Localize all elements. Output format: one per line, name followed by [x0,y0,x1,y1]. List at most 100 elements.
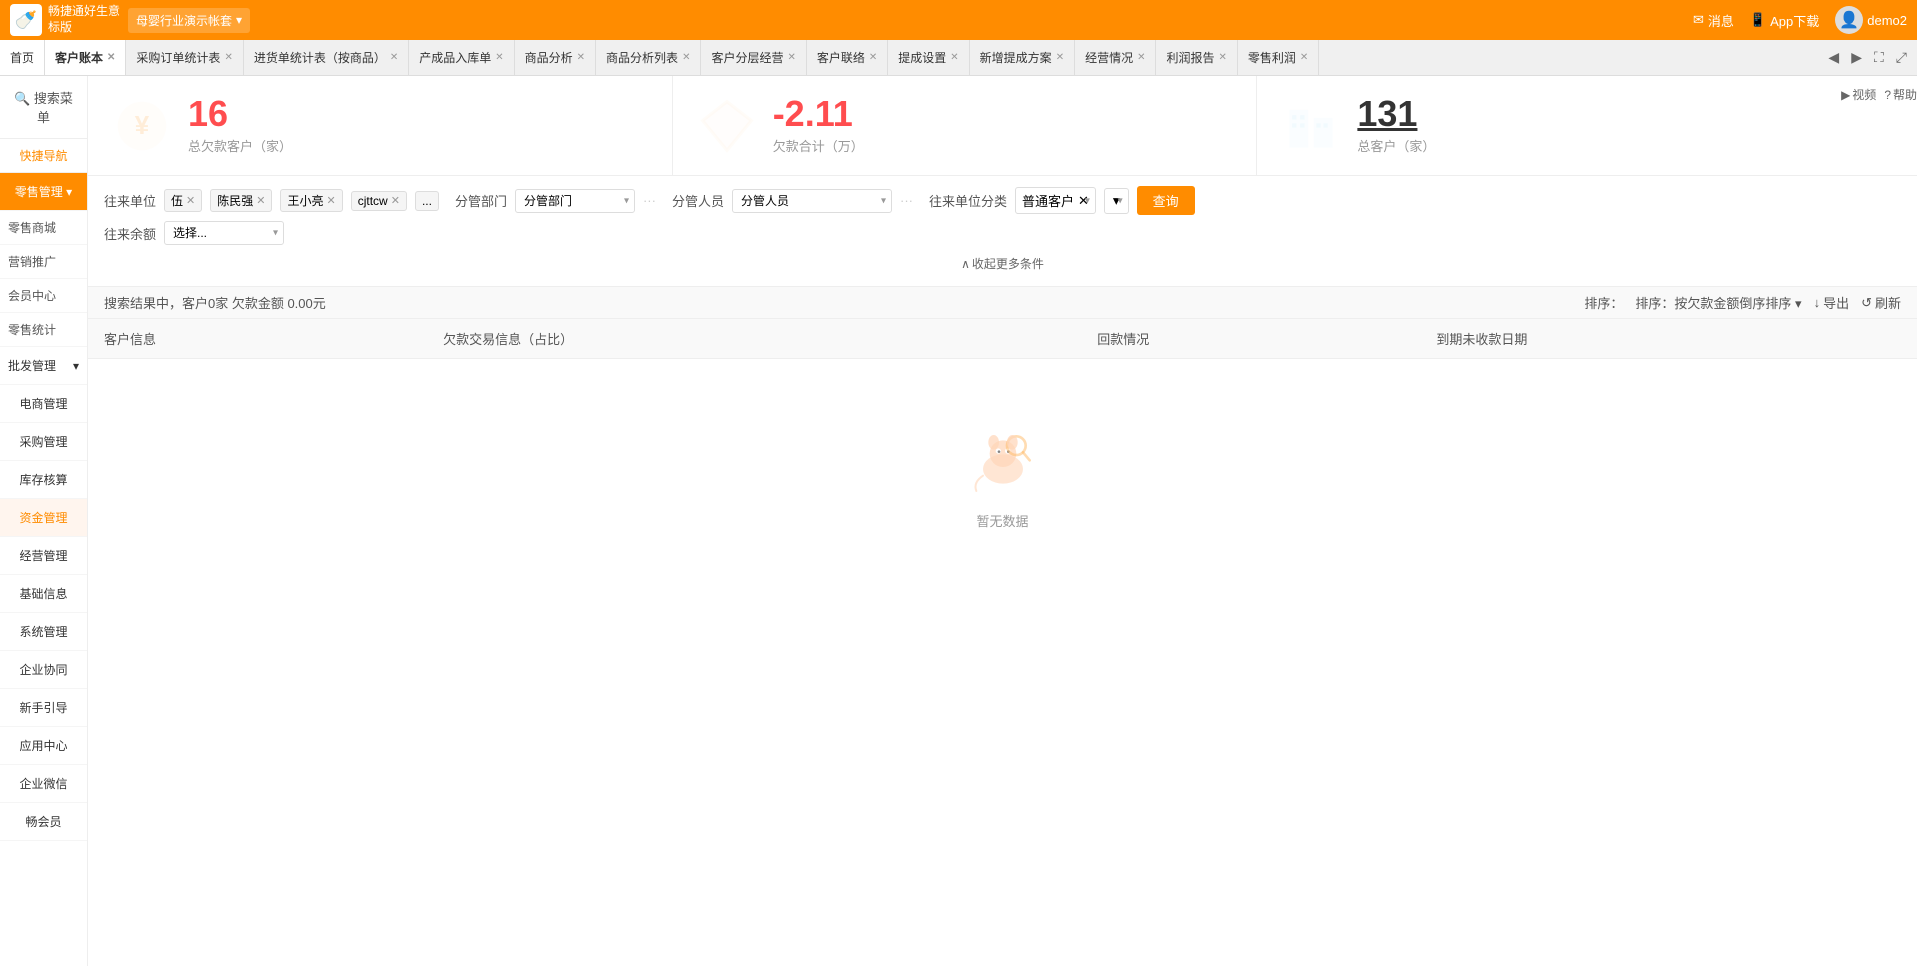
filter-tag-wang-close[interactable]: ✕ [327,194,336,207]
stat-overdue-amount: -2.11 欠款合计（万） [673,76,1258,175]
tab-tip-settings[interactable]: 提成设置 ✕ [888,40,969,75]
filter-balance-select-wrap: 选择... [164,221,284,245]
sidebar-item-inventory[interactable]: 库存核算 [0,461,87,499]
refresh-btn[interactable]: ↺ 刷新 [1861,293,1901,312]
tab-close-tip[interactable]: ✕ [950,52,958,63]
sidebar-item-new-user-guide[interactable]: 新手引导 [0,689,87,727]
filter-tag-more[interactable]: ... [415,191,439,211]
user-action[interactable]: 👤 demo2 [1835,6,1907,34]
sidebar-item-system-mgmt[interactable]: 系统管理 [0,613,87,651]
tab-close-production[interactable]: ✕ [495,52,503,63]
tab-close-purchase[interactable]: ✕ [224,52,232,63]
video-link[interactable]: ▶ 视频 [1841,86,1876,103]
tab-customer-contact[interactable]: 客户联络 ✕ [807,40,888,75]
stat-overdue-customers: ¥ 16 总欠款客户（家） [88,76,673,175]
stat-overdue-customers-label: 总欠款客户（家） [188,136,292,155]
tab-purchase-stats[interactable]: 进货单统计表（按商品） ✕ [244,40,409,75]
unit-type-dropdown[interactable]: ▾ [1104,188,1129,214]
filter-dept-select-wrap: 分管部门 [515,189,635,213]
sidebar-item-member-center[interactable]: 会员中心 [0,279,87,313]
tab-close-operation[interactable]: ✕ [1137,52,1145,63]
tab-bar-end: ◀ ▶ ⛶ ⤢ [1818,47,1917,68]
sidebar-item-capital-mgmt[interactable]: 资金管理 [0,499,87,537]
sidebar-item-retail-mall[interactable]: 零售商城 [0,211,87,245]
filter-tag-chen-close[interactable]: ✕ [256,194,265,207]
help-link[interactable]: ? 帮助 [1884,86,1917,103]
result-summary: 搜索结果中，客户0家 欠款金额 0.00元 [104,293,326,312]
logo-area: 🍼 畅捷通好生意 标版 [10,4,120,36]
filter-row-2: 往来余额 选择... [104,221,1901,245]
sidebar-item-retail-mgmt[interactable]: 零售管理 ▾ [0,173,87,211]
tab-close-goods[interactable]: ✕ [577,52,585,63]
table-header-row: 客户信息 欠款交易信息（占比） 回款情况 到期未收款日期 [88,319,1917,359]
yuan-circle-icon: ¥ [112,96,172,156]
tab-nav-left[interactable]: ◀ [1824,47,1843,68]
sidebar-item-member-plus[interactable]: 畅会员 [0,803,87,841]
stat-total-customers-info: 131 总客户（家） [1357,96,1435,155]
sidebar-item-purchase-mgmt[interactable]: 采购管理 [0,423,87,461]
sidebar-search-area: 🔍 搜索菜单 [0,76,87,139]
filter-person-label: 分管人员 [672,191,724,210]
tab-close-accounts[interactable]: ✕ [107,52,115,63]
sidebar-item-ecommerce-mgmt[interactable]: 电商管理 [0,385,87,423]
result-actions: 排序： 排序：按欠款金额倒序排序 ▾ ↓ 导出 ↺ 刷新 [1584,293,1901,312]
collapse-filter-btn[interactable]: ∧ 收起更多条件 [104,251,1901,276]
sidebar-quick-nav[interactable]: 快捷导航 [0,139,87,173]
header-right: ✉ 消息 📱 App下载 👤 demo2 [1693,6,1907,34]
tab-home[interactable]: 首页 [0,40,45,75]
tab-goods-analysis-list[interactable]: 商品分析列表 ✕ [596,40,701,75]
sidebar-item-enterprise-collab[interactable]: 企业协同 [0,651,87,689]
tab-close-retail-profit[interactable]: ✕ [1300,52,1308,63]
tab-close-profit[interactable]: ✕ [1219,52,1227,63]
tab-accounts[interactable]: 客户账本 ✕ [45,40,126,75]
filter-dept-label: 分管部门 [455,191,507,210]
search-button[interactable]: 查询 [1137,186,1195,215]
sidebar-item-wholesale-mgmt[interactable]: 批发管理▾ [0,347,87,385]
message-action[interactable]: ✉ 消息 [1693,11,1734,30]
export-btn[interactable]: ↓ 导出 [1814,293,1850,312]
filter-dept-select[interactable]: 分管部门 [515,189,635,213]
filter-balance-select[interactable]: 选择... [164,221,284,245]
stat-overdue-customers-value: 16 [188,96,292,132]
search-menu-button[interactable]: 🔍 搜索菜单 [8,84,79,130]
tab-close-tier[interactable]: ✕ [787,52,795,63]
empty-text: 暂无数据 [976,511,1028,530]
tab-fullscreen[interactable]: ⤢ [1892,47,1911,68]
sidebar-item-app-center[interactable]: 应用中心 [0,727,87,765]
unit-type-value-display: 普通客户 ✕ [1015,187,1096,214]
tab-retail-profit[interactable]: 零售利润 ✕ [1238,40,1319,75]
app-download-action[interactable]: 📱 App下载 [1750,11,1819,30]
tab-expand[interactable]: ⛶ [1870,47,1888,68]
tab-nav-right[interactable]: ▶ [1847,47,1866,68]
top-header: 🍼 畅捷通好生意 标版 母婴行业演示帐套 ▾ ✉ 消息 📱 App下载 👤 de… [0,0,1917,40]
tab-close-purchase-stats[interactable]: ✕ [390,52,398,63]
tab-goods-analysis[interactable]: 商品分析 ✕ [515,40,596,75]
filter-tag-cjttcw-close[interactable]: ✕ [391,194,400,207]
sidebar-item-enterprise-wechat[interactable]: 企业微信 [0,765,87,803]
tab-production-in[interactable]: 产成品入库单 ✕ [409,40,514,75]
tab-new-tip-plan[interactable]: 新增提成方案 ✕ [970,40,1075,75]
filter-tag-wu-close[interactable]: ✕ [186,194,195,207]
tab-purchase-orders[interactable]: 采购订单统计表 ✕ [126,40,243,75]
tab-close-goods-list[interactable]: ✕ [682,52,690,63]
tab-operation[interactable]: 经营情况 ✕ [1075,40,1156,75]
filter-person-select-wrap: 分管人员 [732,189,892,213]
col-due-date: 到期未收款日期 [1420,319,1917,359]
tab-close-contact[interactable]: ✕ [869,52,877,63]
filter-row-1: 往来单位 伍✕ 陈民强✕ 王小亮✕ cjttcw✕ ... 分管部门 [104,186,1901,215]
empty-state: 暂无数据 [88,359,1917,590]
tab-profit-report[interactable]: 利润报告 ✕ [1156,40,1237,75]
filter-person-select[interactable]: 分管人员 [732,189,892,213]
stat-overdue-amount-label: 欠款合计（万） [773,136,864,155]
sidebar-item-basic-info[interactable]: 基础信息 [0,575,87,613]
sidebar-item-ops-mgmt[interactable]: 经营管理 [0,537,87,575]
sort-select[interactable]: 排序：按欠款金额倒序排序 ▾ [1635,293,1801,312]
main-content: ¥ 16 总欠款客户（家） -2.11 欠款合计（万 [88,76,1917,966]
sidebar-item-marketing[interactable]: 营销推广 [0,245,87,279]
store-selector[interactable]: 母婴行业演示帐套 ▾ [128,8,250,33]
tab-close-tip-plan[interactable]: ✕ [1056,52,1064,63]
sidebar-item-retail-stats[interactable]: 零售统计 [0,313,87,347]
unit-type-close[interactable]: ✕ [1078,193,1089,209]
tab-customer-tier[interactable]: 客户分层经营 ✕ [701,40,806,75]
stat-total-customers-value: 131 [1357,96,1435,132]
